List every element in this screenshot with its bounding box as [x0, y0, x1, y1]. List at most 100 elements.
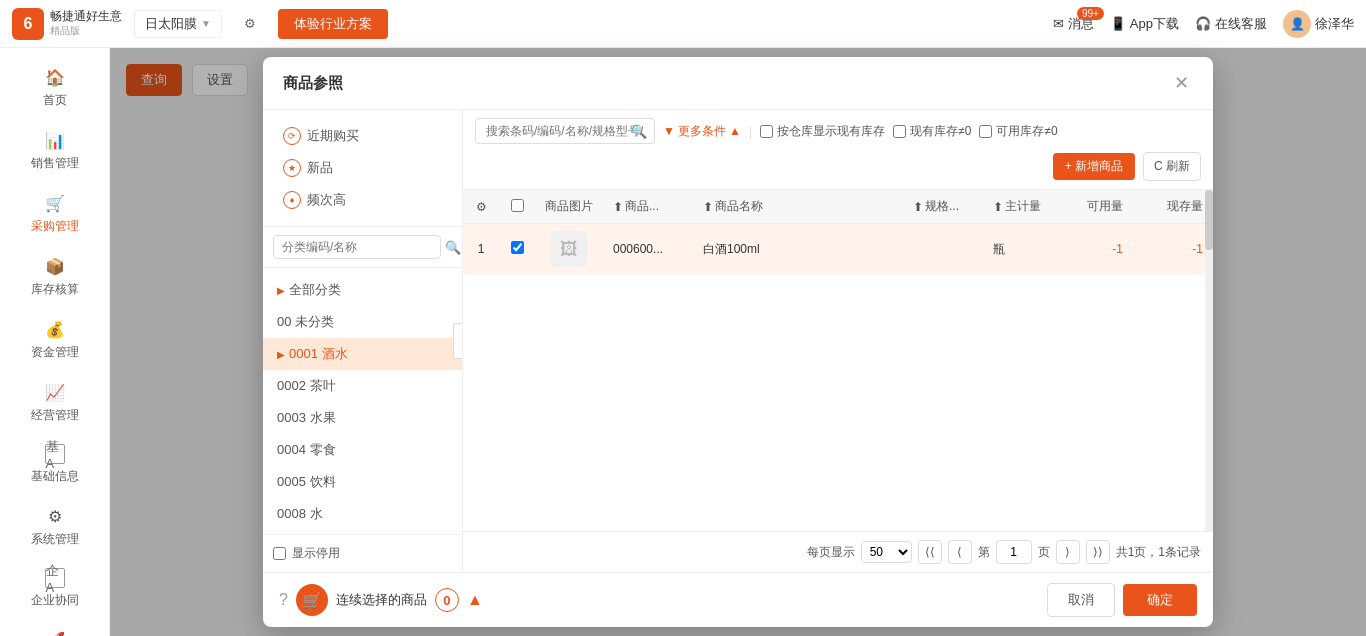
- frequent-icon: ♦: [283, 191, 301, 209]
- operation-icon: 📈: [44, 381, 66, 403]
- cat-active-arrow-icon: ▶: [277, 349, 285, 360]
- sidebar-label-basic: 基础信息: [31, 468, 79, 485]
- sidebar-item-finance[interactable]: 💰 资金管理: [0, 308, 109, 371]
- more-filter-button[interactable]: ▼ 更多条件 ▲: [663, 123, 741, 140]
- table-settings-icon[interactable]: ⚙: [476, 200, 487, 214]
- th-sort-unit-icon: ⬆: [993, 200, 1003, 214]
- footer-actions: 取消 确定: [1047, 583, 1197, 617]
- cancel-button[interactable]: 取消: [1047, 583, 1115, 617]
- sidebar-item-purchase[interactable]: 🛒 采购管理: [0, 182, 109, 245]
- main-layout: 🏠 首页 📊 销售管理 🛒 采购管理 📦 库存核算 💰 资金管理 📈 经营管理 …: [0, 48, 1366, 636]
- cat-item-0008[interactable]: 0008 水: [263, 498, 462, 530]
- sidebar-item-sales[interactable]: 📊 销售管理: [0, 119, 109, 182]
- quick-recent[interactable]: ⟳ 近期购买: [273, 120, 452, 152]
- filter-row: 🔍 ▼ 更多条件 ▲ | 按仓库显示现有库存: [463, 110, 1213, 190]
- trial-button[interactable]: 体验行业方案: [278, 9, 388, 39]
- prev-page-button[interactable]: ⟨: [948, 540, 972, 564]
- message-badge: 99+: [1077, 7, 1104, 20]
- show-disabled-label: 显示停用: [292, 545, 340, 562]
- sidebar-label-system: 系统管理: [31, 531, 79, 548]
- sidebar-item-basic[interactable]: 基A 基础信息: [0, 434, 109, 495]
- top-nav: 6 畅捷通好生意 精品版 日太阳膜 ▼ ⚙ 体验行业方案 ✉ 消息 99+ 📱 …: [0, 0, 1366, 48]
- basic-icon: 基A: [45, 444, 65, 464]
- row-stock: -1: [1133, 224, 1213, 275]
- th-checkbox: [499, 190, 535, 224]
- last-page-button[interactable]: ⟩⟩: [1086, 540, 1110, 564]
- product-table: ⚙ 商品图片: [463, 190, 1213, 275]
- cat-item-0005[interactable]: 0005 饮料: [263, 466, 462, 498]
- filter-warehouse-checkbox[interactable]: 按仓库显示现有库存: [760, 123, 885, 140]
- continuous-select-label: 连续选择的商品: [336, 591, 427, 609]
- confirm-button[interactable]: 确定: [1123, 584, 1197, 616]
- cat-item-0002[interactable]: 0002 茶叶: [263, 370, 462, 402]
- user-profile[interactable]: 👤 徐泽华: [1283, 10, 1354, 38]
- category-search-input[interactable]: [273, 235, 441, 259]
- filter-available-checkbox[interactable]: 可用库存≠0: [979, 123, 1057, 140]
- sidebar-label-finance: 资金管理: [31, 344, 79, 361]
- sidebar-item-home[interactable]: 🏠 首页: [0, 56, 109, 119]
- cat-item-0003[interactable]: 0003 水果: [263, 402, 462, 434]
- scrollbar-track: [1205, 190, 1213, 531]
- th-available: 可用量: [1053, 190, 1133, 224]
- message-icon: ✉: [1053, 16, 1064, 31]
- customer-service-nav[interactable]: 🎧 在线客服: [1195, 15, 1267, 33]
- th-settings: ⚙: [463, 190, 499, 224]
- sidebar-item-enterprise[interactable]: 企A 企业协同: [0, 558, 109, 619]
- sidebar-item-inventory[interactable]: 📦 库存核算: [0, 245, 109, 308]
- app-download-nav[interactable]: 📱 App下载: [1110, 15, 1179, 33]
- row-num: 1: [463, 224, 499, 275]
- refresh-button[interactable]: C 刷新: [1143, 152, 1201, 181]
- select-all-checkbox[interactable]: [511, 199, 524, 212]
- quick-frequent[interactable]: ♦ 频次高: [273, 184, 452, 216]
- collapse-cart-icon[interactable]: ▲: [467, 591, 483, 609]
- sidebar-item-system[interactable]: ⚙ 系统管理: [0, 495, 109, 558]
- home-icon: 🏠: [44, 66, 66, 88]
- settings-icon[interactable]: ⚙: [234, 8, 266, 40]
- collapse-panel-button[interactable]: 《: [453, 323, 463, 359]
- cat-item-00[interactable]: 00 未分类: [263, 306, 462, 338]
- cat-item-0004[interactable]: 0004 零食: [263, 434, 462, 466]
- quick-access-area: ⟳ 近期购买 ★ 新品 ♦ 频次高: [263, 110, 462, 227]
- filter-existing-checkbox[interactable]: 现有库存≠0: [893, 123, 971, 140]
- main-search-input[interactable]: [475, 118, 655, 144]
- sidebar-label-enterprise: 企业协同: [31, 592, 79, 609]
- per-page-select[interactable]: 50 10 20 100: [861, 541, 912, 563]
- modal-close-button[interactable]: ✕: [1169, 71, 1193, 95]
- sidebar-label-sales: 销售管理: [31, 155, 79, 172]
- th-product-name: ⬆ 商品名称: [693, 190, 903, 224]
- purchase-icon: 🛒: [44, 192, 66, 214]
- sidebar-label-inventory: 库存核算: [31, 281, 79, 298]
- cat-item-all[interactable]: ▶ 全部分类: [263, 274, 462, 306]
- page-number-input[interactable]: [996, 540, 1032, 564]
- sidebar-item-operation[interactable]: 📈 经营管理: [0, 371, 109, 434]
- add-product-button[interactable]: + 新增商品: [1053, 153, 1135, 180]
- category-search-icon[interactable]: 🔍: [445, 240, 461, 255]
- main-search-icon[interactable]: 🔍: [631, 124, 647, 139]
- th-sort-name-icon: ⬆: [703, 200, 713, 214]
- product-table-wrapper: ⚙ 商品图片: [463, 190, 1213, 531]
- help-icon[interactable]: ?: [279, 591, 288, 609]
- product-table-area: ⚙ 商品图片: [463, 190, 1213, 275]
- scrollbar-thumb[interactable]: [1205, 190, 1213, 250]
- show-disabled-checkbox[interactable]: [273, 547, 286, 560]
- first-page-button[interactable]: ⟨⟨: [918, 540, 942, 564]
- row-checkbox-cell: [499, 224, 535, 275]
- pagination-row: 每页显示 50 10 20 100 ⟨⟨ ⟨ 第 页: [463, 531, 1213, 572]
- row-checkbox[interactable]: [511, 241, 524, 254]
- table-row[interactable]: 1 🖼: [463, 224, 1213, 275]
- selector-arrow-icon: ▼: [201, 18, 211, 29]
- sidebar-item-guide[interactable]: 🚀 新手引导: [0, 619, 109, 636]
- table-header: ⚙ 商品图片: [463, 190, 1213, 224]
- messages-nav[interactable]: ✉ 消息 99+: [1053, 15, 1094, 33]
- nav-selector[interactable]: 日太阳膜 ▼: [134, 10, 222, 38]
- logo-icon: 6: [12, 8, 44, 40]
- quick-new[interactable]: ★ 新品: [273, 152, 452, 184]
- logo-sub: 精品版: [50, 24, 122, 38]
- th-unit: ⬆ 主计量: [983, 190, 1053, 224]
- cat-item-0001[interactable]: ▶ 0001 酒水: [263, 338, 462, 370]
- next-page-button[interactable]: ⟩: [1056, 540, 1080, 564]
- modal-title: 商品参照: [283, 74, 343, 93]
- th-sort-spec-icon: ⬆: [913, 200, 923, 214]
- cart-button[interactable]: 🛒: [296, 584, 328, 616]
- th-product-image: 商品图片: [535, 190, 603, 224]
